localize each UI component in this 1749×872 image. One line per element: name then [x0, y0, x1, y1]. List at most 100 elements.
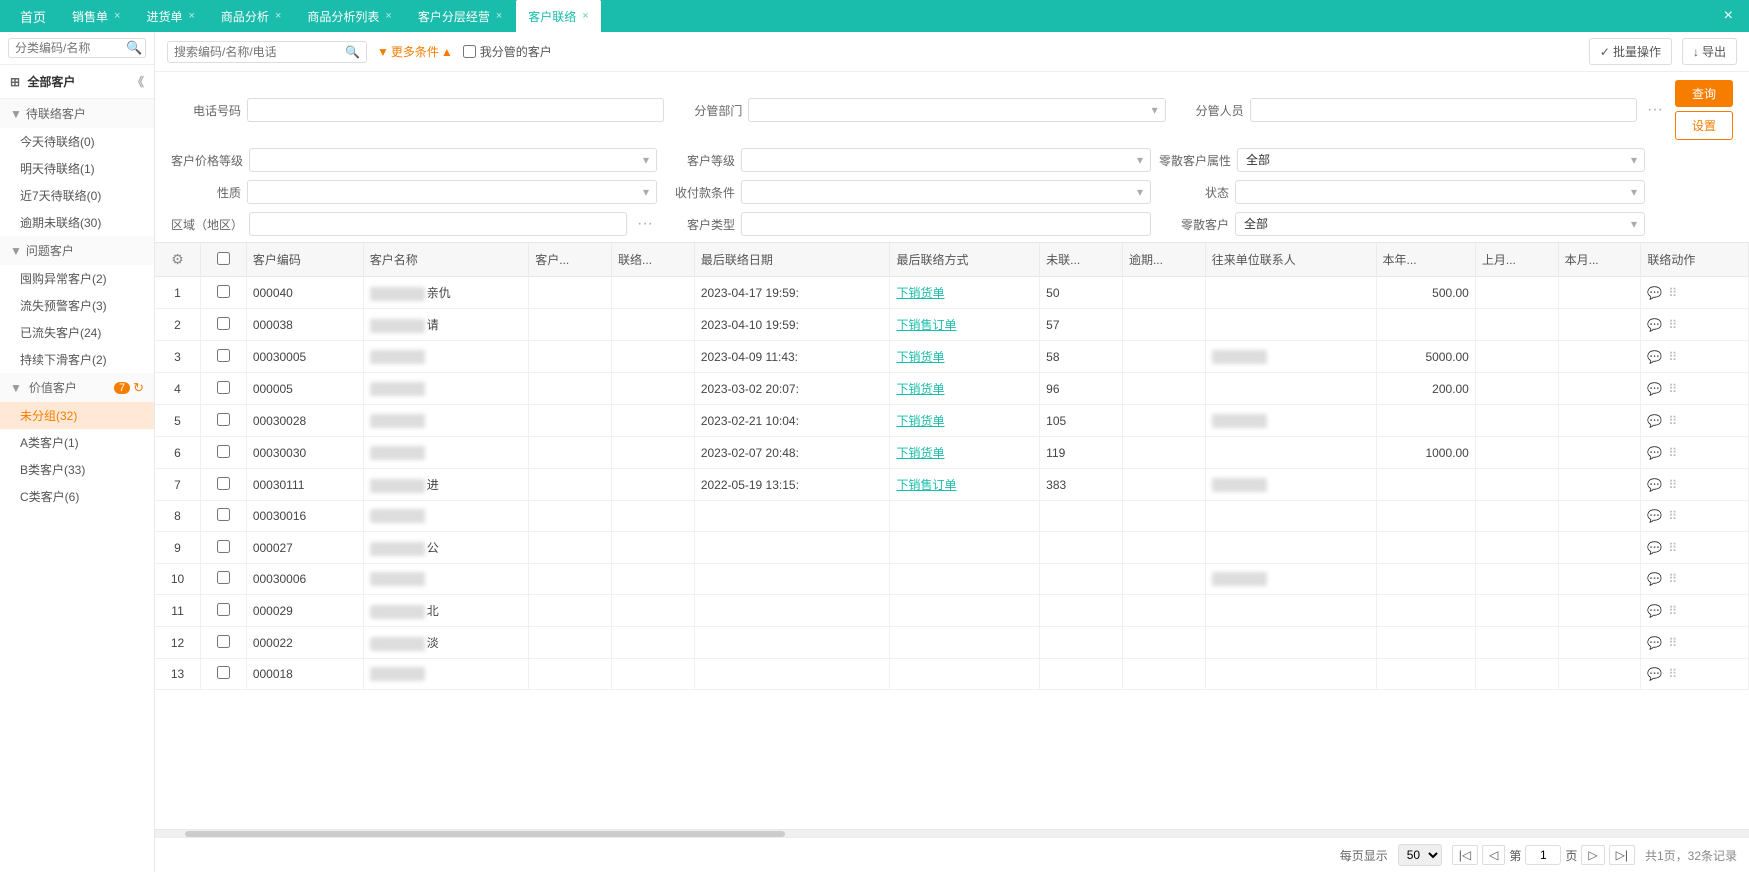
last-contact-way-link[interactable]: 下销货单: [896, 286, 944, 300]
chat-icon[interactable]: 💬: [1647, 478, 1662, 492]
chat-icon[interactable]: 💬: [1647, 636, 1662, 650]
retail-attr-select[interactable]: 全部: [1237, 148, 1645, 172]
nav-customer-tier[interactable]: 客户分层经营 ×: [406, 0, 514, 32]
row-checkbox[interactable]: [217, 666, 230, 679]
my-customers-checkbox[interactable]: [463, 45, 476, 58]
chat-icon[interactable]: 💬: [1647, 318, 1662, 332]
row-checkbox[interactable]: [217, 381, 230, 394]
nav-purchase[interactable]: 进货单 ×: [134, 0, 206, 32]
sidebar-item-churned[interactable]: 已流失客户(24): [0, 319, 154, 346]
sidebar-item-hoarding[interactable]: 囤购异常客户(2): [0, 265, 154, 292]
nav-product-analysis-list[interactable]: 商品分析列表 ×: [295, 0, 403, 32]
chat-icon[interactable]: 💬: [1647, 604, 1662, 618]
more-conditions-button[interactable]: ▼ 更多条件 ▲: [377, 43, 453, 60]
row-checkbox[interactable]: [217, 635, 230, 648]
row-checkbox[interactable]: [217, 477, 230, 490]
manager-input[interactable]: [1250, 98, 1637, 122]
reset-button[interactable]: 设置: [1675, 111, 1733, 140]
close-product-list-tab[interactable]: ×: [385, 10, 391, 22]
customer-type-input[interactable]: [741, 212, 1151, 236]
close-customer-contact-tab[interactable]: ×: [582, 10, 588, 22]
more-icon[interactable]: ⠿: [1668, 382, 1677, 396]
price-grade-select[interactable]: [249, 148, 657, 172]
more-icon[interactable]: ⠿: [1668, 509, 1677, 523]
retail-customer-select[interactable]: 全部: [1235, 212, 1645, 236]
last-contact-way-link[interactable]: 下销货单: [896, 350, 944, 364]
close-customer-tier-tab[interactable]: ×: [496, 10, 502, 22]
sidebar-item-today[interactable]: 今天待联络(0): [0, 128, 154, 155]
sidebar-item-7days[interactable]: 近7天待联络(0): [0, 182, 154, 209]
chat-icon[interactable]: 💬: [1647, 541, 1662, 555]
last-contact-way-link[interactable]: 下销货单: [896, 446, 944, 460]
nav-sales[interactable]: 销售单 ×: [60, 0, 132, 32]
chat-icon[interactable]: 💬: [1647, 350, 1662, 364]
last-contact-way-link[interactable]: 下销货单: [896, 382, 944, 396]
page-input[interactable]: [1525, 845, 1561, 865]
row-checkbox[interactable]: [217, 508, 230, 521]
status-select[interactable]: [1235, 180, 1645, 204]
sidebar-group-value[interactable]: ▼ 价值客户 7 ↻: [0, 373, 154, 402]
query-button[interactable]: 查询: [1675, 80, 1733, 107]
more-icon[interactable]: ⠿: [1668, 541, 1677, 555]
row-checkbox[interactable]: [217, 413, 230, 426]
scrollbar-thumb[interactable]: [185, 831, 785, 837]
last-contact-way-link[interactable]: 下销货单: [896, 414, 944, 428]
customer-grade-select[interactable]: [741, 148, 1151, 172]
sidebar-item-tomorrow[interactable]: 明天待联络(1): [0, 155, 154, 182]
close-purchase-tab[interactable]: ×: [188, 10, 194, 22]
sidebar-item-declining[interactable]: 持续下滑客户(2): [0, 346, 154, 373]
nav-customer-contact[interactable]: 客户联络 ×: [516, 0, 600, 32]
chat-icon[interactable]: 💬: [1647, 446, 1662, 460]
more-icon[interactable]: ⠿: [1668, 636, 1677, 650]
refresh-icon[interactable]: ↻: [133, 380, 144, 396]
chat-icon[interactable]: 💬: [1647, 667, 1662, 681]
more-icon[interactable]: ⠿: [1668, 478, 1677, 492]
chat-icon[interactable]: 💬: [1647, 572, 1662, 586]
more-icon[interactable]: ⠿: [1668, 604, 1677, 618]
nav-product-analysis[interactable]: 商品分析 ×: [209, 0, 293, 32]
close-product-analysis-tab[interactable]: ×: [275, 10, 281, 22]
sidebar-item-class-b[interactable]: B类客户(33): [0, 456, 154, 483]
last-contact-way-link[interactable]: 下销售订单: [896, 478, 956, 492]
sidebar-group-problem[interactable]: ▼ 问题客户: [0, 236, 154, 265]
sidebar-item-churn-warning[interactable]: 流失预警客户(3): [0, 292, 154, 319]
sidebar-item-ungroup[interactable]: 未分组(32): [0, 402, 154, 429]
more-icon[interactable]: ⠿: [1668, 446, 1677, 460]
window-close-button[interactable]: ×: [1716, 7, 1741, 25]
region-input[interactable]: [249, 212, 627, 236]
dept-select[interactable]: [748, 98, 1165, 122]
chat-icon[interactable]: 💬: [1647, 414, 1662, 428]
row-checkbox[interactable]: [217, 445, 230, 458]
row-checkbox[interactable]: [217, 317, 230, 330]
row-checkbox[interactable]: [217, 349, 230, 362]
sidebar-item-class-a[interactable]: A类客户(1): [0, 429, 154, 456]
close-sales-tab[interactable]: ×: [114, 10, 120, 22]
next-page-button[interactable]: ▷: [1581, 845, 1604, 865]
first-page-button[interactable]: |◁: [1452, 845, 1478, 865]
chat-icon[interactable]: 💬: [1647, 286, 1662, 300]
more-icon[interactable]: ⠿: [1668, 667, 1677, 681]
chat-icon[interactable]: 💬: [1647, 382, 1662, 396]
search-input[interactable]: [174, 45, 345, 59]
export-button[interactable]: ↓ 导出: [1682, 38, 1737, 65]
horizontal-scrollbar[interactable]: [155, 829, 1749, 837]
more-icon[interactable]: ⠿: [1668, 350, 1677, 364]
per-page-select[interactable]: 50: [1398, 844, 1442, 866]
chat-icon[interactable]: 💬: [1647, 509, 1662, 523]
sidebar-all-customers[interactable]: ⊞ 全部客户 《: [0, 65, 154, 99]
batch-operation-button[interactable]: ✓ 批量操作: [1589, 38, 1672, 65]
last-page-button[interactable]: ▷|: [1609, 845, 1635, 865]
sidebar-item-class-c[interactable]: C类客户(6): [0, 483, 154, 510]
manager-more-icon[interactable]: ···: [1643, 101, 1667, 119]
row-checkbox[interactable]: [217, 603, 230, 616]
row-checkbox[interactable]: [217, 285, 230, 298]
property-select[interactable]: [247, 180, 657, 204]
row-checkbox[interactable]: [217, 540, 230, 553]
phone-input[interactable]: [247, 98, 664, 122]
row-checkbox[interactable]: [217, 571, 230, 584]
prev-page-button[interactable]: ◁: [1482, 845, 1505, 865]
sidebar-group-pending[interactable]: ▼ 待联络客户: [0, 99, 154, 128]
more-icon[interactable]: ⠿: [1668, 572, 1677, 586]
more-icon[interactable]: ⠿: [1668, 318, 1677, 332]
more-icon[interactable]: ⠿: [1668, 414, 1677, 428]
